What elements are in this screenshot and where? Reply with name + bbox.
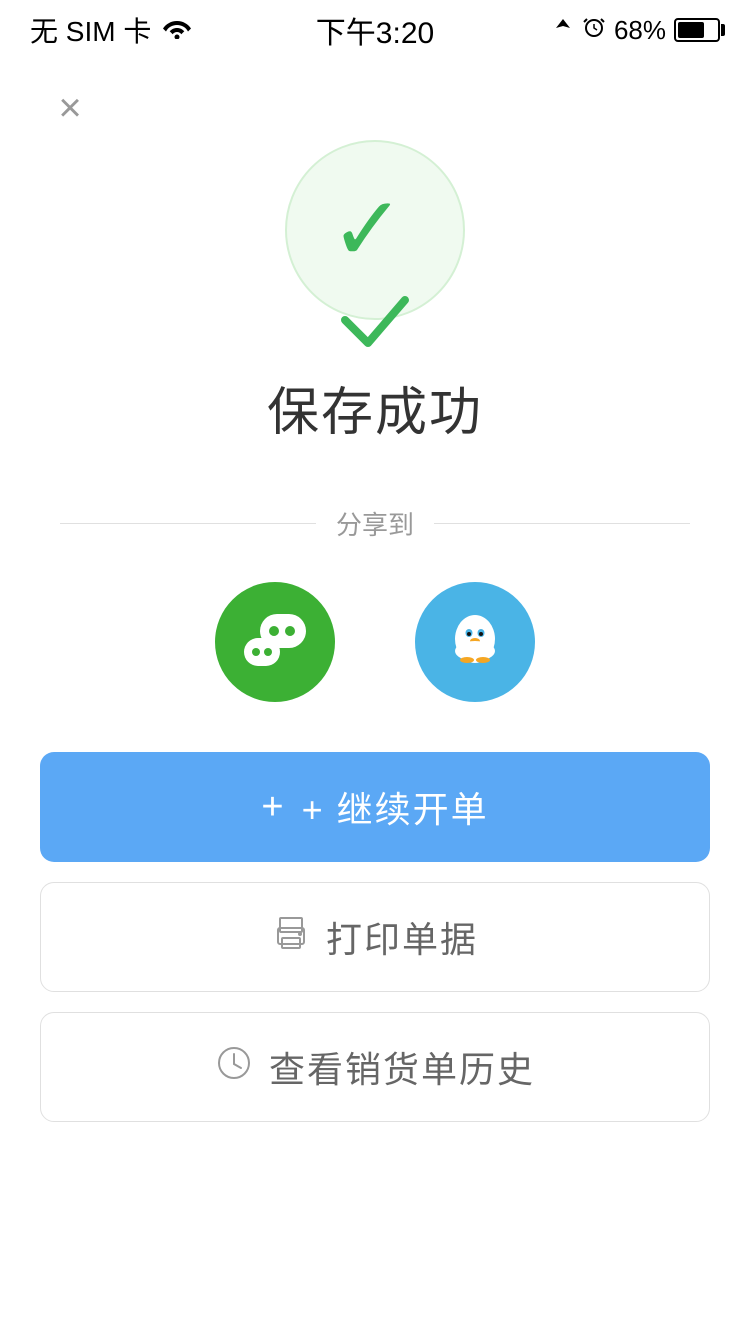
success-icon-circle xyxy=(285,140,465,320)
history-icon xyxy=(215,1044,253,1091)
share-section: 分享到 xyxy=(0,505,750,702)
divider-line-left xyxy=(60,523,316,524)
battery-fill xyxy=(678,22,704,38)
status-bar-time: 下午3:20 xyxy=(316,8,434,52)
checkmark-icon xyxy=(330,185,420,275)
wifi-icon xyxy=(161,14,193,46)
location-icon xyxy=(552,15,574,46)
share-icons xyxy=(215,582,535,702)
no-sim-text: 无 SIM 卡 xyxy=(30,10,151,50)
close-icon: × xyxy=(58,88,81,128)
plus-icon: + xyxy=(261,786,285,829)
qq-share-button[interactable] xyxy=(415,582,535,702)
buttons-section: + + 继续开单 打印单据 查看销货单历 xyxy=(0,752,750,1122)
battery-icon xyxy=(674,18,720,42)
main-content: 保存成功 分享到 xyxy=(0,60,750,1334)
history-label: 查看销货单历史 xyxy=(269,1041,535,1093)
divider-line-right xyxy=(434,523,690,524)
print-button[interactable]: 打印单据 xyxy=(40,882,710,992)
close-button[interactable]: × xyxy=(40,78,100,138)
print-label: 打印单据 xyxy=(326,911,478,963)
wechat-share-button[interactable] xyxy=(215,582,335,702)
share-label: 分享到 xyxy=(316,505,434,542)
status-bar-right: 68% xyxy=(552,15,720,46)
status-bar: 无 SIM 卡 下午3:20 68% xyxy=(0,0,750,60)
alarm-icon xyxy=(582,15,606,46)
success-title: 保存成功 xyxy=(267,370,483,445)
share-divider-row: 分享到 xyxy=(0,505,750,542)
continue-button[interactable]: + + 继续开单 xyxy=(40,752,710,862)
battery-percentage: 68% xyxy=(614,15,666,46)
status-bar-left: 无 SIM 卡 xyxy=(30,10,193,50)
print-icon xyxy=(272,914,310,961)
continue-label: + 继续开单 xyxy=(302,781,489,833)
history-button[interactable]: 查看销货单历史 xyxy=(40,1012,710,1122)
